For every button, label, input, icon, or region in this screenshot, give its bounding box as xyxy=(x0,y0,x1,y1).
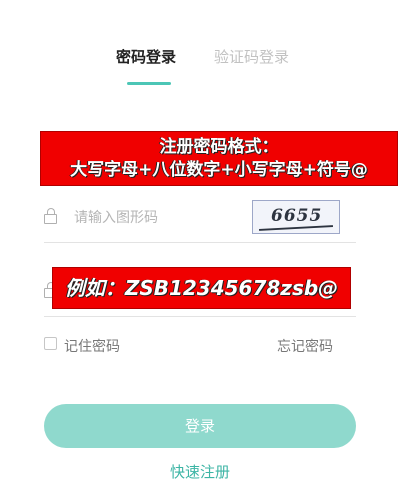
login-tabs: 密码登录 验证码登录 xyxy=(0,46,400,86)
remember-checkbox[interactable] xyxy=(44,337,57,350)
tab-password-login[interactable]: 密码登录 xyxy=(116,46,176,67)
captcha-input[interactable] xyxy=(74,198,244,238)
lock-icon xyxy=(44,208,58,224)
banner-title: 注册密码格式： xyxy=(159,137,279,157)
quick-register-link[interactable]: 快速注册 xyxy=(0,461,400,482)
tab-code-login[interactable]: 验证码登录 xyxy=(214,46,289,67)
password-format-banner: 注册密码格式： 大写字母+八位数字+小写字母+符号@ xyxy=(40,131,398,186)
forgot-password-link[interactable]: 忘记密码 xyxy=(277,336,333,356)
captcha-code: 6655 xyxy=(271,206,323,226)
remember-label: 记住密码 xyxy=(64,339,120,355)
login-button[interactable]: 登录 xyxy=(44,404,356,448)
password-example-banner: 例如：ZSB12345678zsb@ xyxy=(52,267,351,309)
captcha-image[interactable]: 6655 xyxy=(252,200,340,234)
captcha-field: 6655 xyxy=(44,198,356,243)
active-tab-indicator xyxy=(127,82,171,85)
banner-format-rule: 大写字母+八位数字+小写字母+符号@ xyxy=(70,160,368,180)
